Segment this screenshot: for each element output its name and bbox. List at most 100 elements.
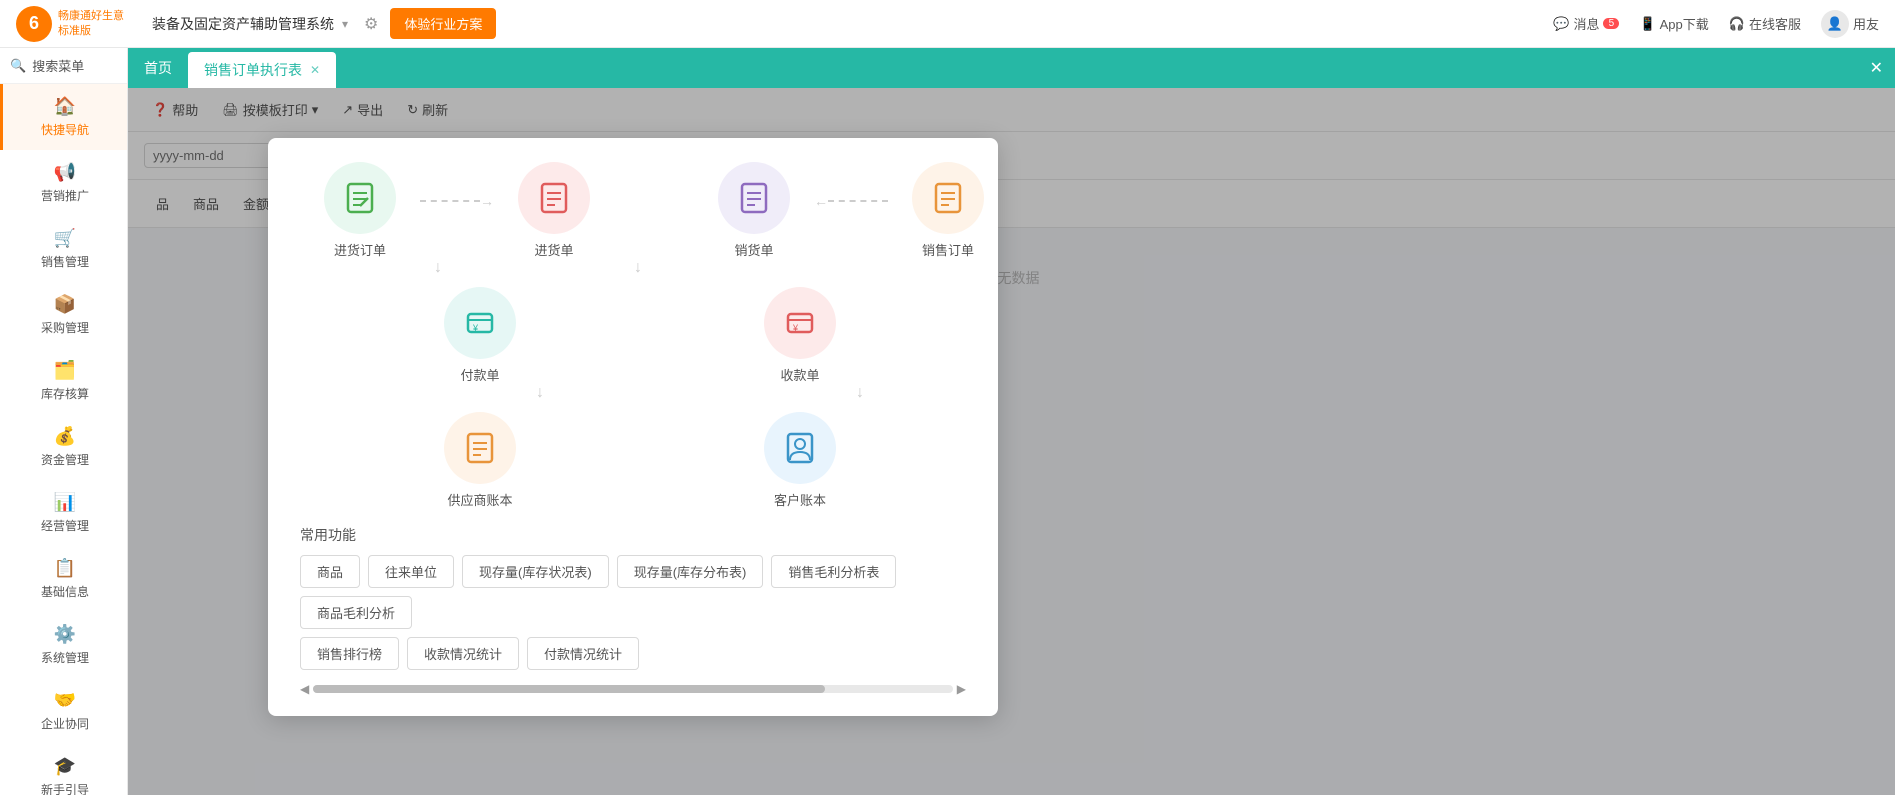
dropdown-arrow-icon[interactable]: ▾: [342, 17, 348, 31]
common-function-btns: 商品 往来单位 现存量(库存状况表) 现存量(库存分布表) 销售毛利分析表 商品…: [300, 555, 966, 629]
svg-text:¥: ¥: [472, 323, 479, 333]
settings-icon[interactable]: ⚙: [364, 14, 378, 34]
cf-btn-inventory-dist[interactable]: 现存量(库存分布表): [617, 555, 764, 588]
receipt-bill-node[interactable]: ¥ 收款单: [740, 287, 860, 384]
sidebar-item-operation[interactable]: 📊 经营管理: [0, 480, 127, 546]
payment-bill-node[interactable]: ¥ 付款单: [420, 287, 540, 384]
marketing-icon: 📢: [54, 162, 76, 183]
sales-order-node[interactable]: 销售订单: [888, 162, 1008, 259]
scroll-left-icon[interactable]: ◀: [300, 682, 309, 696]
purchase-order-icon: [324, 162, 396, 234]
sidebar-item-basic[interactable]: 📋 基础信息: [0, 546, 127, 612]
supplier-ledger-icon: [444, 412, 516, 484]
sales-order-label: 销售订单: [922, 240, 974, 259]
message-icon: 💬: [1553, 16, 1569, 32]
top-right-area: 💬 消息 5 📱 App下载 🎧 在线客服 👤 用友: [1553, 10, 1879, 38]
sales-bill-icon: [718, 162, 790, 234]
popup-scrollbar[interactable]: ◀ ▶: [300, 678, 966, 700]
purchase-bill-icon: [518, 162, 590, 234]
purchase-bill-label: 进货单: [534, 240, 573, 259]
inventory-icon: 🗂️: [54, 360, 76, 381]
sales-icon: 🛒: [54, 228, 76, 249]
message-btn[interactable]: 💬 消息 5: [1553, 14, 1619, 33]
common-functions-section: 常用功能 商品 往来单位 现存量(库存状况表) 现存量(库存分布表) 销售毛利分…: [300, 525, 966, 670]
sidebar-item-quick-nav[interactable]: 🏠 快捷导航: [0, 84, 127, 150]
tab-bar: 首页 销售订单执行表 ✕ ✕: [128, 48, 1895, 88]
online-service-btn[interactable]: 🎧 在线客服: [1729, 14, 1801, 33]
cf-btn-sales-rank[interactable]: 销售排行榜: [300, 637, 399, 670]
content-area: 首页 销售订单执行表 ✕ ✕ ❓ 帮助 🖨 按: [128, 48, 1895, 795]
logo-area: 6 畅康通好生意 标准版: [16, 6, 144, 42]
user-avatar[interactable]: 👤 用友: [1821, 10, 1879, 38]
basic-icon: 📋: [54, 558, 76, 579]
search-icon: 🔍: [10, 58, 26, 74]
arrow-sales-bill-down: ↓: [560, 259, 680, 287]
cf-btn-partner[interactable]: 往来单位: [368, 555, 454, 588]
scroll-thumb[interactable]: [313, 685, 825, 693]
supplier-ledger-node[interactable]: 供应商账本: [420, 412, 540, 509]
logo-text: 畅康通好生意 标准版: [58, 9, 124, 38]
arrow-purchase-order-to-bill: →: [420, 193, 494, 209]
scroll-track[interactable]: [313, 685, 953, 693]
experience-btn[interactable]: 体验行业方案: [390, 8, 496, 39]
avatar: 👤: [1821, 10, 1849, 38]
sidebar-item-inventory[interactable]: 🗂️ 库存核算: [0, 348, 127, 414]
purchase-order-node[interactable]: 进货订单: [300, 162, 420, 259]
purchase-icon: 📦: [54, 294, 76, 315]
sidebar: 🔍 搜索菜单 🏠 快捷导航 📢 营销推广 🛒 销售管理 📦 采购管理 🗂️: [0, 48, 128, 795]
customer-ledger-node[interactable]: 客户账本: [740, 412, 860, 509]
payment-bill-icon: ¥: [444, 287, 516, 359]
cf-btn-receipt-stats[interactable]: 收款情况统计: [407, 637, 519, 670]
receipt-bill-label: 收款单: [780, 365, 819, 384]
arrow-receipt-bill-down: ↓: [800, 384, 920, 412]
operation-icon: 📊: [54, 492, 76, 513]
svg-text:¥: ¥: [792, 323, 799, 333]
sales-bill-label: 销货单: [734, 240, 773, 259]
home-icon: 🏠: [54, 96, 76, 117]
cf-btn-sales-profit[interactable]: 销售毛利分析表: [771, 555, 896, 588]
cf-btn-product[interactable]: 商品: [300, 555, 360, 588]
sidebar-search[interactable]: 🔍 搜索菜单: [0, 48, 127, 84]
sidebar-item-marketing[interactable]: 📢 营销推广: [0, 150, 127, 216]
cf-btn-inventory-status[interactable]: 现存量(库存状况表): [462, 555, 609, 588]
sales-order-icon: [912, 162, 984, 234]
sidebar-item-enterprise[interactable]: 🤝 企业协同: [0, 678, 127, 744]
tab-home[interactable]: 首页: [128, 48, 188, 88]
supplier-ledger-label: 供应商账本: [447, 490, 512, 509]
app-download-btn[interactable]: 📱 App下载: [1639, 14, 1708, 33]
customer-ledger-icon: [764, 412, 836, 484]
sidebar-item-system[interactable]: ⚙️ 系统管理: [0, 612, 127, 678]
purchase-bill-node[interactable]: 进货单: [494, 162, 614, 259]
tab-sales-order-exec[interactable]: 销售订单执行表 ✕: [188, 52, 336, 88]
tab-bar-close-btn[interactable]: ✕: [1870, 58, 1883, 78]
tab-close-icon[interactable]: ✕: [310, 63, 320, 77]
finance-icon: 💰: [54, 426, 76, 447]
arrow-sales-order-to-bill: ←: [814, 193, 888, 209]
payment-bill-label: 付款单: [460, 365, 499, 384]
headset-icon: 🎧: [1729, 16, 1745, 32]
sidebar-item-newbie[interactable]: 🎓 新手引导: [0, 744, 127, 795]
common-functions-title: 常用功能: [300, 525, 966, 545]
phone-icon: 📱: [1639, 16, 1655, 32]
common-function-btns-row2: 销售排行榜 收款情况统计 付款情况统计: [300, 637, 966, 670]
sidebar-item-sales[interactable]: 🛒 销售管理: [0, 216, 127, 282]
message-badge: 5: [1603, 18, 1619, 29]
purchase-order-label: 进货订单: [334, 240, 386, 259]
main-content: ❓ 帮助 🖨 按模板打印 ▾ ↗ 导出 ↻ 刷新: [128, 88, 1895, 795]
enterprise-icon: 🤝: [54, 690, 76, 711]
flow-popup: 进货订单 → 进货单: [268, 138, 998, 716]
system-title: 装备及固定资产辅助管理系统 ▾ ⚙: [152, 14, 378, 34]
newbie-icon: 🎓: [54, 756, 76, 777]
sidebar-item-purchase[interactable]: 📦 采购管理: [0, 282, 127, 348]
sidebar-item-finance[interactable]: 💰 资金管理: [0, 414, 127, 480]
sales-bill-node[interactable]: 销货单: [694, 162, 814, 259]
scroll-right-icon[interactable]: ▶: [957, 682, 966, 696]
cf-btn-payment-stats[interactable]: 付款情况统计: [527, 637, 639, 670]
cf-btn-product-profit[interactable]: 商品毛利分析: [300, 596, 412, 629]
logo-icon: 6: [16, 6, 52, 42]
receipt-bill-icon: ¥: [764, 287, 836, 359]
arrow-payment-bill-down: ↓: [480, 384, 600, 412]
system-icon: ⚙️: [54, 624, 76, 645]
customer-ledger-label: 客户账本: [774, 490, 826, 509]
arrow-purchase-bill-down: ↓: [360, 259, 480, 287]
